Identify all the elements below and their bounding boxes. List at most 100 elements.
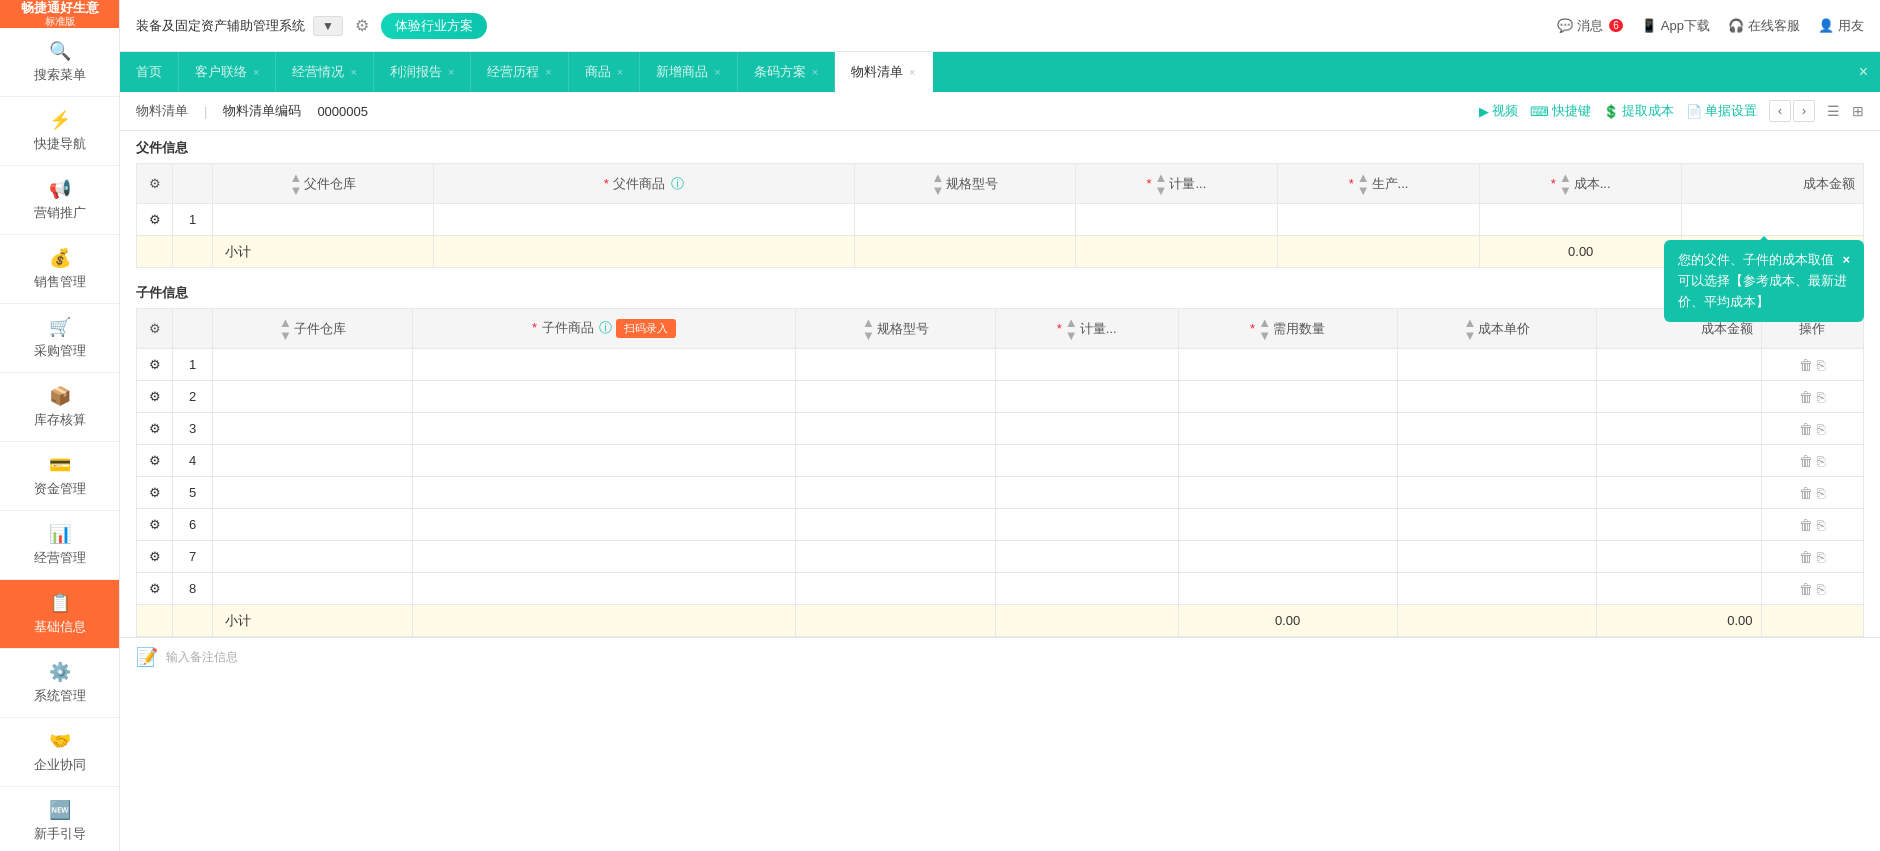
child-r5-warehouse[interactable] <box>213 477 413 509</box>
copy-icon[interactable]: ⎘ <box>1817 357 1825 373</box>
child-r2-warehouse[interactable] <box>213 381 413 413</box>
child-r2-cost-amount[interactable] <box>1597 381 1761 413</box>
tab-history[interactable]: 经营历程 × <box>471 52 568 92</box>
child-r3-unit[interactable] <box>995 413 1178 445</box>
tab-profit-close[interactable]: × <box>448 66 454 78</box>
parent-row1-unit[interactable] <box>1075 204 1277 236</box>
copy-icon[interactable]: ⎘ <box>1817 485 1825 501</box>
child-r3-spec[interactable] <box>795 413 995 445</box>
prev-btn[interactable]: ‹ <box>1769 100 1791 122</box>
child-r8-spec[interactable] <box>795 573 995 605</box>
tab-profit[interactable]: 利润报告 × <box>374 52 471 92</box>
tab-history-close[interactable]: × <box>545 66 551 78</box>
child-r8-goods[interactable] <box>412 573 795 605</box>
copy-icon[interactable]: ⎘ <box>1817 421 1825 437</box>
child-r3-unit-cost[interactable] <box>1397 413 1597 445</box>
close-all-tabs-btn[interactable]: × <box>1847 63 1880 81</box>
child-r6-quantity[interactable] <box>1178 509 1397 541</box>
tab-customers[interactable]: 客户联络 × <box>179 52 276 92</box>
tab-bom[interactable]: 物料清单 × <box>835 52 932 92</box>
tooltip-close-btn[interactable]: × <box>1842 250 1850 271</box>
delete-icon[interactable]: 🗑 <box>1799 453 1813 469</box>
list-view-btn[interactable]: ☰ <box>1827 103 1840 119</box>
view-video-btn[interactable]: ▶ 视频 <box>1479 102 1518 120</box>
scan-input-btn[interactable]: 扫码录入 <box>616 319 676 338</box>
child-r7-spec[interactable] <box>795 541 995 573</box>
child-r1-spec[interactable] <box>795 349 995 381</box>
copy-icon[interactable]: ⎘ <box>1817 453 1825 469</box>
parent-row1-spec[interactable] <box>855 204 1076 236</box>
child-r3-cost-amount[interactable] <box>1597 413 1761 445</box>
child-r1-quantity[interactable] <box>1178 349 1397 381</box>
child-r4-goods[interactable] <box>412 445 795 477</box>
child-r3-warehouse[interactable] <box>213 413 413 445</box>
child-r7-unit-cost[interactable] <box>1397 541 1597 573</box>
breadcrumb-bom[interactable]: 物料清单 <box>136 102 188 120</box>
child-r8-quantity[interactable] <box>1178 573 1397 605</box>
tab-operations[interactable]: 经营情况 × <box>276 52 373 92</box>
system-select-btn[interactable]: ▼ <box>313 16 343 36</box>
child-r3-goods[interactable] <box>412 413 795 445</box>
support-btn[interactable]: 🎧 在线客服 <box>1728 17 1800 35</box>
child-r2-goods[interactable] <box>412 381 795 413</box>
tab-operations-close[interactable]: × <box>350 66 356 78</box>
child-r6-goods[interactable] <box>412 509 795 541</box>
shortcut-btn[interactable]: ⌨ 快捷键 <box>1530 102 1591 120</box>
child-r2-spec[interactable] <box>795 381 995 413</box>
sidebar-item-guide[interactable]: 🆕 新手引导 <box>0 787 119 851</box>
child-r4-spec[interactable] <box>795 445 995 477</box>
sidebar-item-purchase[interactable]: 🛒 采购管理 <box>0 304 119 373</box>
child-r6-unit[interactable] <box>995 509 1178 541</box>
copy-icon[interactable]: ⎘ <box>1817 581 1825 597</box>
child-r5-goods[interactable] <box>412 477 795 509</box>
child-r6-warehouse[interactable] <box>213 509 413 541</box>
child-r6-cost-amount[interactable] <box>1597 509 1761 541</box>
copy-icon[interactable]: ⎘ <box>1817 517 1825 533</box>
tab-home[interactable]: 首页 <box>120 52 179 92</box>
experience-btn[interactable]: 体验行业方案 <box>381 13 487 39</box>
delete-icon[interactable]: 🗑 <box>1799 581 1813 597</box>
child-r4-quantity[interactable] <box>1178 445 1397 477</box>
child-r2-unit-cost[interactable] <box>1397 381 1597 413</box>
sidebar-item-marketing[interactable]: 📢 营销推广 <box>0 166 119 235</box>
delete-icon[interactable]: 🗑 <box>1799 517 1813 533</box>
sidebar-item-finance[interactable]: 💳 资金管理 <box>0 442 119 511</box>
extract-cost-btn[interactable]: 💲 提取成本 <box>1603 102 1674 120</box>
child-r1-goods[interactable] <box>412 349 795 381</box>
delete-icon[interactable]: 🗑 <box>1799 485 1813 501</box>
child-r6-spec[interactable] <box>795 509 995 541</box>
child-r4-unit[interactable] <box>995 445 1178 477</box>
delete-icon[interactable]: 🗑 <box>1799 357 1813 373</box>
sidebar-item-system[interactable]: ⚙️ 系统管理 <box>0 649 119 718</box>
child-r1-unit[interactable] <box>995 349 1178 381</box>
parent-row1-goods[interactable] <box>433 204 854 236</box>
child-r3-quantity[interactable] <box>1178 413 1397 445</box>
tab-new-goods[interactable]: 新增商品 × <box>640 52 737 92</box>
child-r5-unit[interactable] <box>995 477 1178 509</box>
child-r7-goods[interactable] <box>412 541 795 573</box>
next-btn[interactable]: › <box>1793 100 1815 122</box>
child-r7-quantity[interactable] <box>1178 541 1397 573</box>
tab-barcode-close[interactable]: × <box>812 66 818 78</box>
child-r1-unit-cost[interactable] <box>1397 349 1597 381</box>
child-r6-unit-cost[interactable] <box>1397 509 1597 541</box>
sidebar-item-inventory[interactable]: 📦 库存核算 <box>0 373 119 442</box>
sidebar-item-sales[interactable]: 💰 销售管理 <box>0 235 119 304</box>
parent-row1-cost-amount[interactable] <box>1682 204 1864 236</box>
tab-bom-close[interactable]: × <box>909 66 915 78</box>
parent-row1-cost[interactable] <box>1480 204 1682 236</box>
parent-row1-warehouse[interactable] <box>213 204 434 236</box>
user-btn[interactable]: 👤 用友 <box>1818 17 1864 35</box>
child-r5-cost-amount[interactable] <box>1597 477 1761 509</box>
child-r5-spec[interactable] <box>795 477 995 509</box>
tab-barcode[interactable]: 条码方案 × <box>738 52 835 92</box>
child-r2-unit[interactable] <box>995 381 1178 413</box>
sidebar-item-enterprise[interactable]: 🤝 企业协同 <box>0 718 119 787</box>
parent-row1-produce[interactable] <box>1278 204 1480 236</box>
sidebar-item-operations[interactable]: 📊 经营管理 <box>0 511 119 580</box>
child-r7-unit[interactable] <box>995 541 1178 573</box>
child-r1-cost-amount[interactable] <box>1597 349 1761 381</box>
sidebar-item-basic-info[interactable]: 📋 基础信息 <box>0 580 119 649</box>
settings-icon[interactable]: ⚙ <box>355 16 369 35</box>
child-r5-quantity[interactable] <box>1178 477 1397 509</box>
